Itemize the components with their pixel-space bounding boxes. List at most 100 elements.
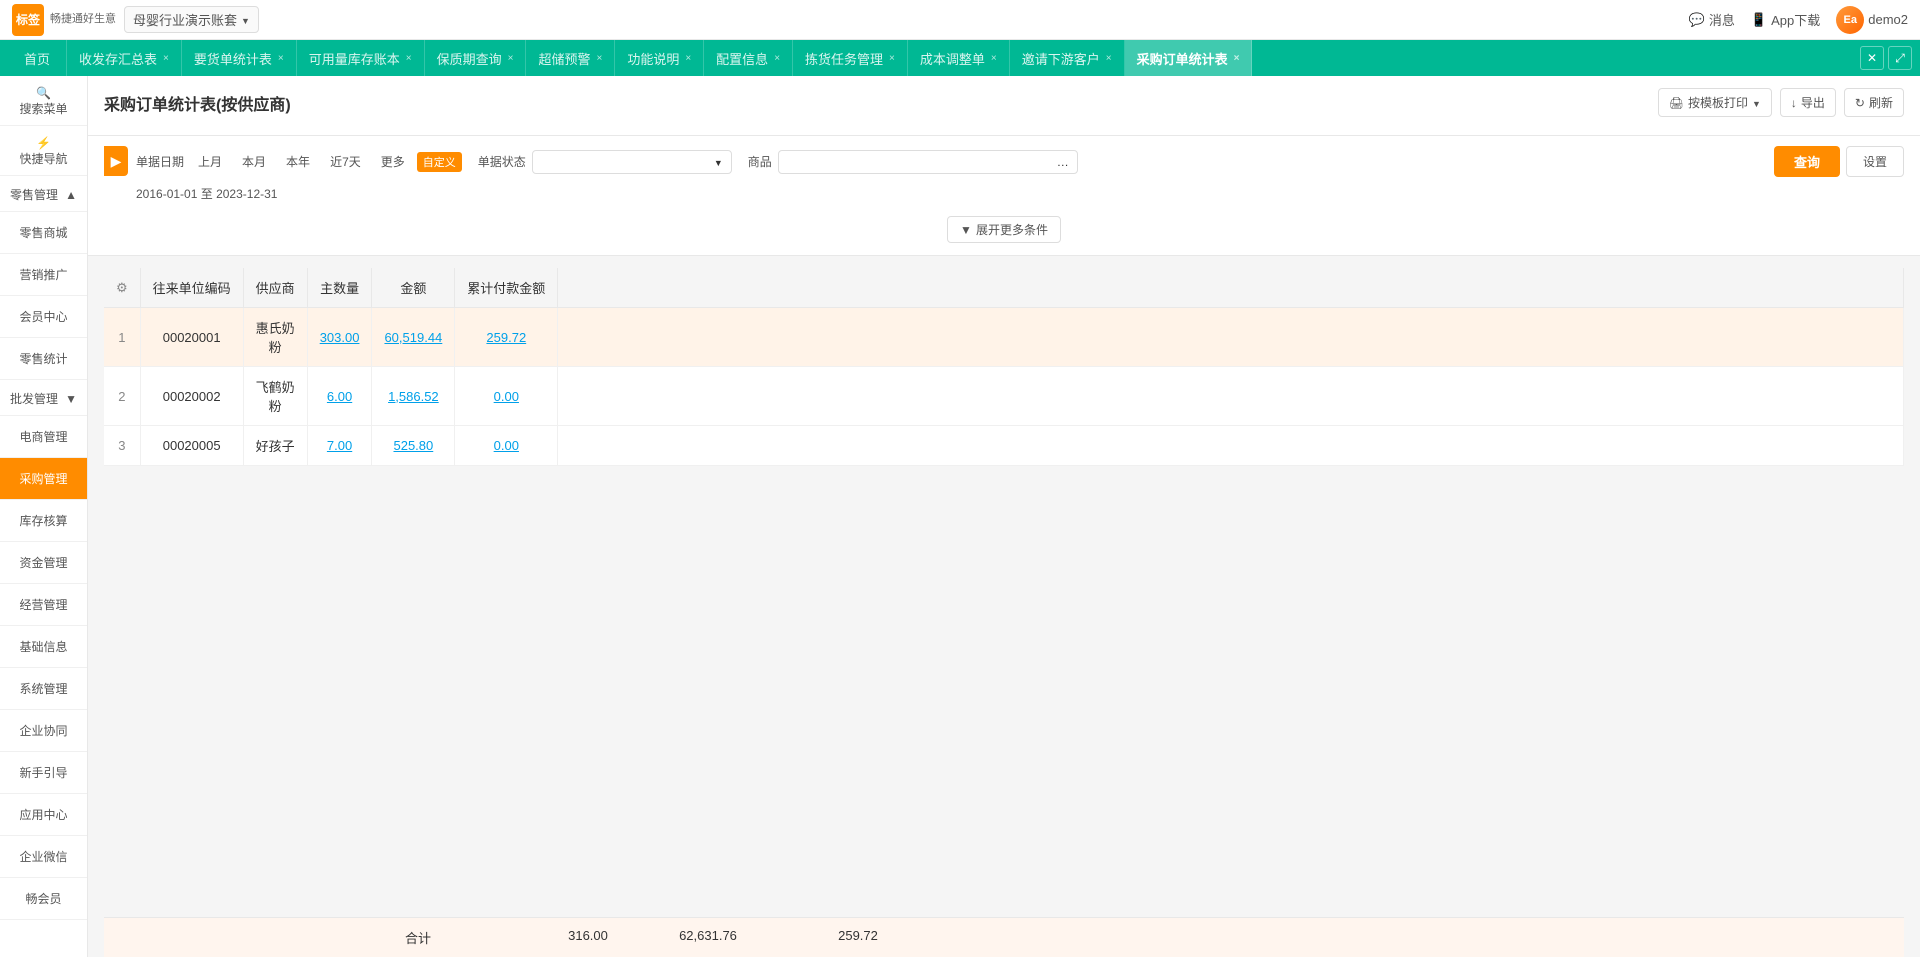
goods-label: 商品 <box>748 153 772 170</box>
tab-pihuo[interactable]: 拣货任务管理 × <box>793 40 908 76</box>
sidebar-item-caigouguan[interactable]: 采购管理 <box>0 458 87 500</box>
shortcut-this-month[interactable]: 本月 <box>234 151 274 172</box>
table-row[interactable]: 3 00020005 好孩子 7.00 525.80 0.00 <box>104 426 1904 466</box>
sidebar-item-qiyeweixin[interactable]: 企业微信 <box>0 836 87 878</box>
nav-expand-btn[interactable]: ⤢ <box>1888 46 1912 70</box>
tab-baozhiqi-label: 保质期查询 <box>437 49 502 68</box>
tab-chaochuyujing-close[interactable]: × <box>596 53 602 64</box>
page-title-row: 采购订单统计表(按供应商) 🖨 按模板打印 ↓ 导出 ↻ 刷新 <box>104 88 1904 117</box>
sidebar-search[interactable]: 🔍 搜索菜单 <box>0 76 87 126</box>
tab-caigou-label: 采购订单统计表 <box>1137 49 1228 68</box>
sidebar-item-xitong[interactable]: 系统管理 <box>0 668 87 710</box>
sidebar-item-lingshoutongji[interactable]: 零售统计 <box>0 338 87 380</box>
status-select[interactable] <box>532 150 732 174</box>
row-extra <box>558 426 1904 466</box>
shortcut-7days[interactable]: 近7天 <box>322 151 369 172</box>
sidebar-item-kucunhejia[interactable]: 库存核算 <box>0 500 87 542</box>
table-row[interactable]: 1 00020001 惠氏奶粉 303.00 60,519.44 259.72 <box>104 308 1904 367</box>
row-amount[interactable]: 1,586.52 <box>372 367 455 426</box>
row-quantity[interactable]: 7.00 <box>307 426 372 466</box>
sidebar-quick-nav[interactable]: ⚡ 快捷导航 <box>0 126 87 176</box>
tab-yaohuo[interactable]: 要货单统计表 × <box>182 40 297 76</box>
table-row[interactable]: 2 00020002 飞鹤奶粉 6.00 1,586.52 0.00 <box>104 367 1904 426</box>
tab-gongneng-close[interactable]: × <box>685 53 691 64</box>
tab-shoufa[interactable]: 收发存汇总表 × <box>67 40 182 76</box>
nav-close-btn[interactable]: ✕ <box>1860 46 1884 70</box>
sidebar-item-lingshouguan[interactable]: 零售管理 ▲ <box>0 176 87 212</box>
goods-input[interactable]: … <box>778 150 1078 174</box>
tab-keyong-label: 可用量库存账本 <box>309 49 400 68</box>
app-download-btn[interactable]: 📱 App下载 <box>1751 10 1820 29</box>
sidebar-item-yingxiao[interactable]: 营销推广 <box>0 254 87 296</box>
export-icon: ↓ <box>1791 96 1797 110</box>
sidebar-item-jichu[interactable]: 基础信息 <box>0 626 87 668</box>
filter-row-1: 单据日期 上月 本月 本年 近7天 更多 自定义 单据状态 <box>136 146 1904 177</box>
row-amount[interactable]: 60,519.44 <box>372 308 455 367</box>
sidebar-item-qiyexietong[interactable]: 企业协同 <box>0 710 87 752</box>
workspace-selector[interactable]: 母婴行业演示账套 <box>124 6 259 33</box>
col-header-code: 往来单位编码 <box>140 268 243 308</box>
row-paid[interactable]: 259.72 <box>455 308 558 367</box>
tab-caigou[interactable]: 采购订单统计表 × <box>1125 40 1253 76</box>
row-quantity[interactable]: 303.00 <box>307 308 372 367</box>
row-amount[interactable]: 525.80 <box>372 426 455 466</box>
tab-baozhiqi-close[interactable]: × <box>508 53 514 64</box>
shortcut-more[interactable]: 更多 <box>373 151 413 172</box>
sidebar-item-pifa[interactable]: 批发管理 ▼ <box>0 380 87 416</box>
filter-toggle-arrow[interactable]: ▶ <box>104 146 128 176</box>
tab-peizhi[interactable]: 配置信息 × <box>704 40 793 76</box>
sidebar-item-changhui[interactable]: 畅会员 <box>0 878 87 920</box>
query-btn[interactable]: 查询 <box>1774 146 1840 177</box>
tab-yaohuo-close[interactable]: × <box>278 53 284 64</box>
custom-badge[interactable]: 自定义 <box>417 152 462 172</box>
tab-gongneng[interactable]: 功能说明 × <box>615 40 704 76</box>
tab-yaoqing[interactable]: 邀请下游客户 × <box>1010 40 1125 76</box>
sidebar-item-zijin[interactable]: 资金管理 <box>0 542 87 584</box>
data-table: ⚙ 往来单位编码 供应商 主数量 金额 累计付款金额 1 00020001 惠氏… <box>104 268 1904 466</box>
tab-keyong-close[interactable]: × <box>406 53 412 64</box>
tab-peizhi-close[interactable]: × <box>774 53 780 64</box>
row-paid[interactable]: 0.00 <box>455 367 558 426</box>
col-header-supplier: 供应商 <box>243 268 307 308</box>
sidebar-item-dianshangguan[interactable]: 电商管理 <box>0 416 87 458</box>
row-code: 00020002 <box>140 367 243 426</box>
row-index: 2 <box>104 367 140 426</box>
tab-shoufa-close[interactable]: × <box>163 53 169 64</box>
print-btn[interactable]: 🖨 按模板打印 <box>1658 88 1772 117</box>
tab-yaoqing-close[interactable]: × <box>1106 53 1112 64</box>
tab-pihuo-close[interactable]: × <box>889 53 895 64</box>
row-extra <box>558 308 1904 367</box>
chevron-down-icon: ▼ <box>65 392 77 406</box>
sidebar-item-huiyuan[interactable]: 会员中心 <box>0 296 87 338</box>
sidebar-item-jingying[interactable]: 经营管理 <box>0 584 87 626</box>
settings-icon: ⚙ <box>116 280 128 295</box>
refresh-btn[interactable]: ↻ 刷新 <box>1844 88 1904 117</box>
settings-btn[interactable]: 设置 <box>1846 146 1904 177</box>
sidebar-item-xinshou[interactable]: 新手引导 <box>0 752 87 794</box>
footer-quantity: 316.00 <box>528 928 648 947</box>
tab-keyong[interactable]: 可用量库存账本 × <box>297 40 425 76</box>
row-code: 00020005 <box>140 426 243 466</box>
tab-caigou-close[interactable]: × <box>1234 53 1240 64</box>
message-btn[interactable]: 💬 消息 <box>1689 10 1735 29</box>
tab-yaohuo-label: 要货单统计表 <box>194 49 272 68</box>
sidebar-item-yingyong[interactable]: 应用中心 <box>0 794 87 836</box>
shortcut-this-year[interactable]: 本年 <box>278 151 318 172</box>
tab-baozhiqi[interactable]: 保质期查询 × <box>425 40 527 76</box>
row-quantity[interactable]: 6.00 <box>307 367 372 426</box>
chevron-up-icon: ▲ <box>65 188 77 202</box>
nav-controls: ✕ ⤢ <box>1860 40 1912 76</box>
header-actions: 🖨 按模板打印 ↓ 导出 ↻ 刷新 <box>1658 88 1904 117</box>
row-paid[interactable]: 0.00 <box>455 426 558 466</box>
table-header-settings[interactable]: ⚙ <box>104 268 140 308</box>
expand-btn[interactable]: ▼ 展开更多条件 <box>947 216 1061 243</box>
shortcut-last-month[interactable]: 上月 <box>190 151 230 172</box>
tab-chengben-close[interactable]: × <box>991 53 997 64</box>
col-header-quantity: 主数量 <box>307 268 372 308</box>
tab-home[interactable]: 首页 <box>8 40 67 76</box>
tab-chaochuyujing[interactable]: 超储预警 × <box>526 40 615 76</box>
user-area[interactable]: Ea demo2 <box>1836 6 1908 34</box>
sidebar-item-lingshoucheng[interactable]: 零售商城 <box>0 212 87 254</box>
export-btn[interactable]: ↓ 导出 <box>1780 88 1836 117</box>
tab-chengben[interactable]: 成本调整单 × <box>908 40 1010 76</box>
